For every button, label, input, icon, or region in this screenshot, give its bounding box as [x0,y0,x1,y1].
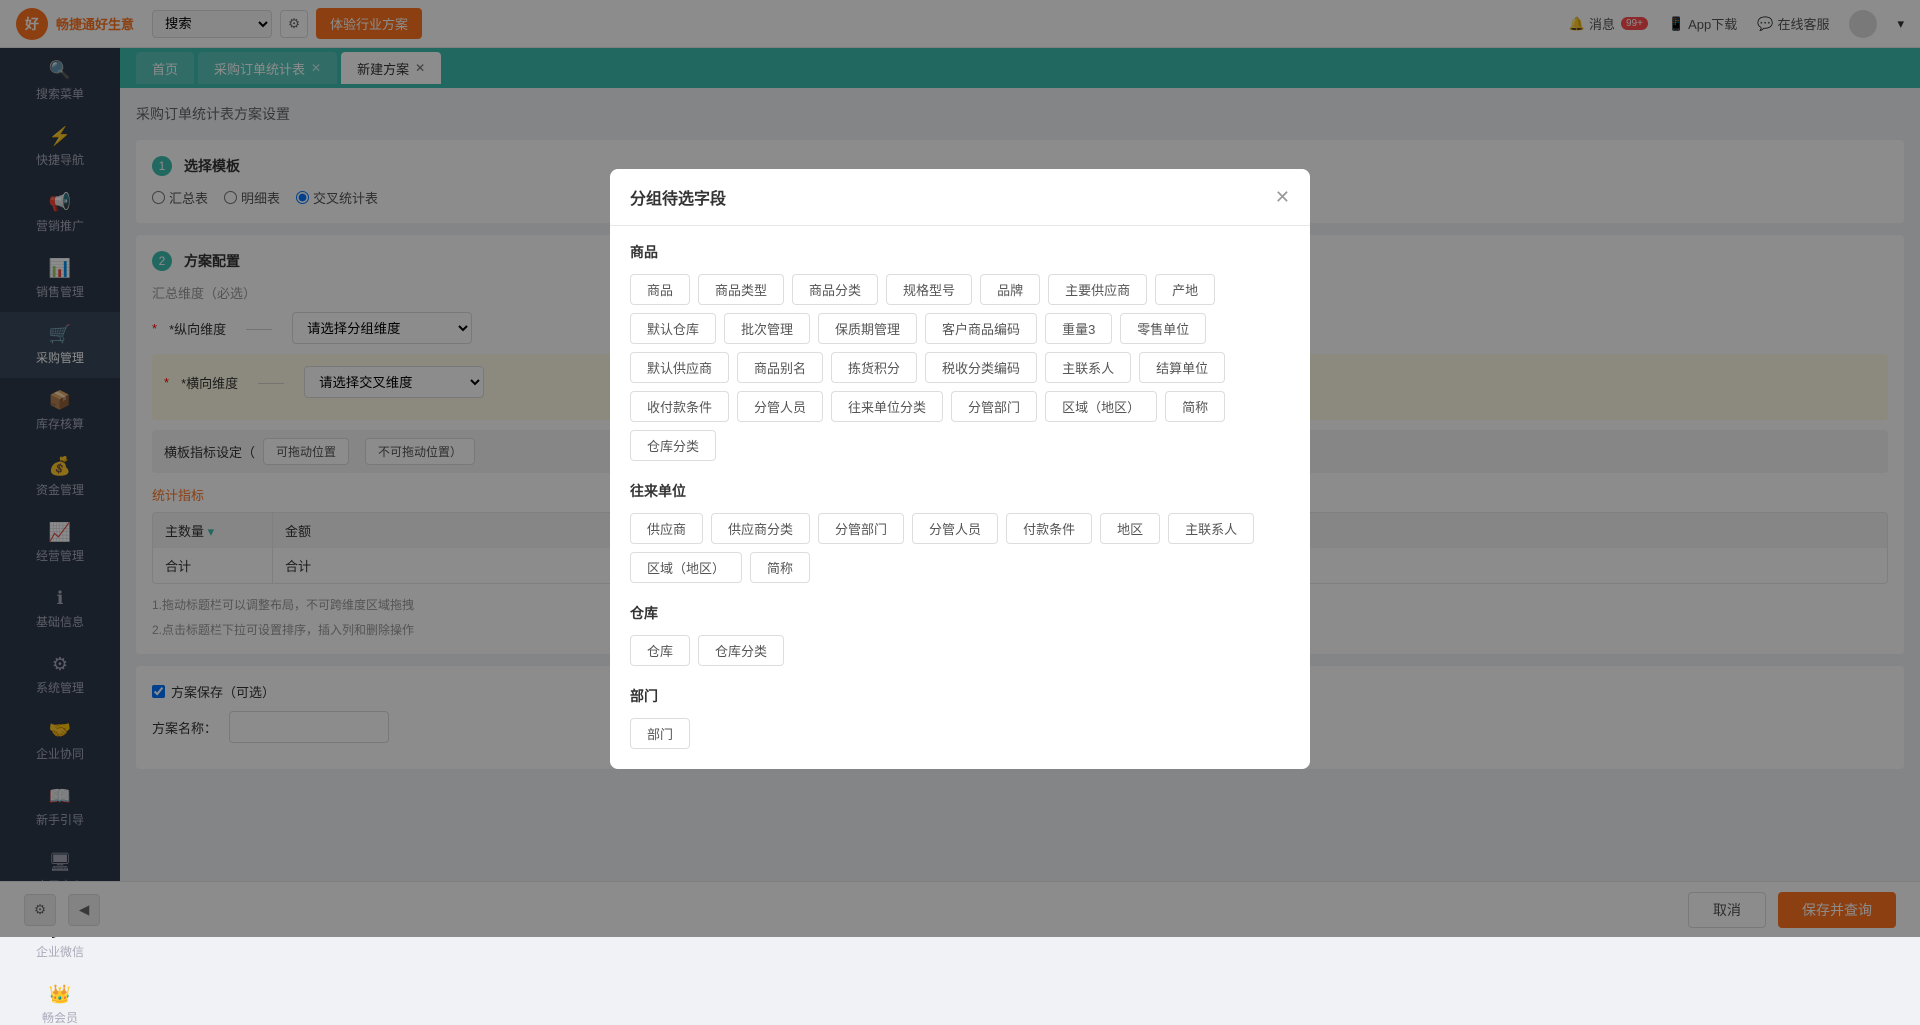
field-tag[interactable]: 主要供应商 [1048,274,1147,305]
modal-title: 分组待选字段 [630,185,726,209]
field-tag[interactable]: 结算单位 [1139,352,1225,383]
field-tag[interactable]: 分管人员 [737,391,823,422]
modal-overlay: 分组待选字段 ✕ 商品商品商品类型商品分类规格型号品牌主要供应商产地默认仓库批次… [0,0,1920,937]
field-tag[interactable]: 分管部门 [818,513,904,544]
field-tags: 供应商供应商分类分管部门分管人员付款条件地区主联系人区域（地区） 简称 [630,513,1290,583]
field-section-title: 部门 [630,686,1290,706]
field-section-title: 往来单位 [630,481,1290,501]
field-section: 仓库仓库仓库分类 [630,603,1290,666]
field-tag[interactable]: 产地 [1155,274,1215,305]
field-tag[interactable]: 收付款条件 [630,391,729,422]
field-tag[interactable]: 仓库 [630,635,690,666]
field-tag[interactable]: 商品类型 [698,274,784,305]
field-tag[interactable]: 规格型号 [886,274,972,305]
field-tags: 商品商品类型商品分类规格型号品牌主要供应商产地默认仓库批次管理保质期管理客户商品… [630,274,1290,461]
field-tags: 仓库仓库分类 [630,635,1290,666]
field-tag[interactable]: 分管部门 [951,391,1037,422]
field-section: 部门部门 [630,686,1290,749]
modal-close-button[interactable]: ✕ [1275,188,1290,206]
field-tag[interactable]: 部门 [630,718,690,749]
modal-body[interactable]: 商品商品商品类型商品分类规格型号品牌主要供应商产地默认仓库批次管理保质期管理客户… [610,226,1310,769]
field-tag[interactable]: 默认仓库 [630,313,716,344]
field-tag[interactable]: 批次管理 [724,313,810,344]
field-tag[interactable]: 客户商品编码 [925,313,1037,344]
field-tag[interactable]: 商品分类 [792,274,878,305]
field-tags: 部门 [630,718,1290,749]
field-tag[interactable]: 地区 [1100,513,1160,544]
field-tag[interactable]: 供应商 [630,513,703,544]
field-section: 商品商品商品类型商品分类规格型号品牌主要供应商产地默认仓库批次管理保质期管理客户… [630,242,1290,461]
field-tag[interactable]: 往来单位分类 [831,391,943,422]
field-tag[interactable]: 区域（地区） [1045,391,1157,422]
field-tag[interactable]: 区域（地区） [630,552,742,583]
modal-header: 分组待选字段 ✕ [610,169,1310,226]
field-tag[interactable]: 商品别名 [737,352,823,383]
field-tag[interactable]: 简称 [1165,391,1225,422]
field-tag[interactable]: 主联系人 [1168,513,1254,544]
field-section-title: 商品 [630,242,1290,262]
field-tag[interactable]: 保质期管理 [818,313,917,344]
field-tag[interactable]: 分管人员 [912,513,998,544]
field-tag[interactable]: 供应商分类 [711,513,810,544]
field-tag[interactable]: 仓库分类 [630,430,716,461]
field-tag[interactable]: 简称 [750,552,810,583]
field-tag[interactable]: 默认供应商 [630,352,729,383]
field-tag[interactable]: 付款条件 [1006,513,1092,544]
field-tag[interactable]: 拣货积分 [831,352,917,383]
field-tag[interactable]: 零售单位 [1120,313,1206,344]
field-tag[interactable]: 品牌 [980,274,1040,305]
field-tag[interactable]: 重量3 [1045,313,1112,344]
field-tag[interactable]: 税收分类编码 [925,352,1037,383]
field-section-title: 仓库 [630,603,1290,623]
field-tag[interactable]: 主联系人 [1045,352,1131,383]
field-section: 往来单位供应商供应商分类分管部门分管人员付款条件地区主联系人区域（地区） 简称 [630,481,1290,583]
field-tag[interactable]: 商品 [630,274,690,305]
field-tag[interactable]: 仓库分类 [698,635,784,666]
modal: 分组待选字段 ✕ 商品商品商品类型商品分类规格型号品牌主要供应商产地默认仓库批次… [610,169,1310,769]
